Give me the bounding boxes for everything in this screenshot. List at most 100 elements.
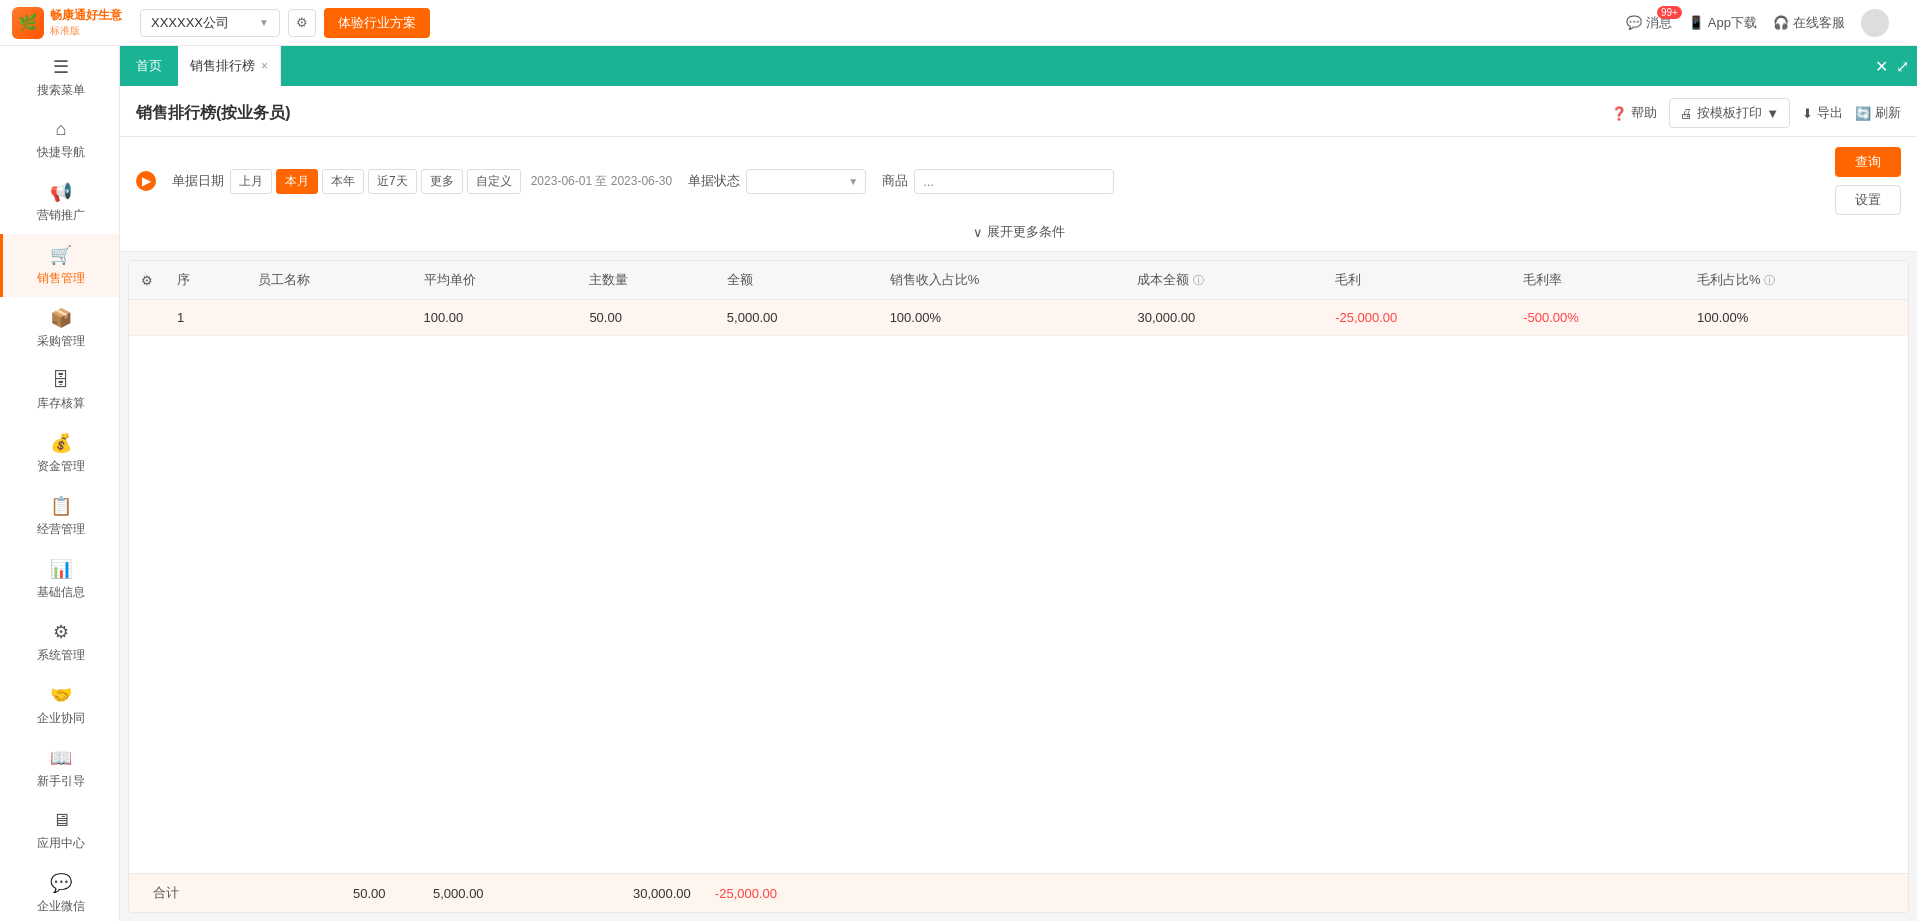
sidebar-item-enterprise[interactable]: 🤝 企业协同 — [0, 674, 119, 737]
page-header: 销售排行榜(按业务员) ❓ 帮助 🖨 按模板打印 ▼ ⬇ 导出 — [120, 86, 1917, 137]
td-gross: -25,000.00 — [1323, 300, 1511, 336]
date-btn-last-month[interactable]: 上月 — [230, 169, 272, 194]
td-index: 1 — [165, 300, 246, 336]
enterprise-icon: 🤝 — [50, 684, 72, 706]
refresh-label: 刷新 — [1875, 104, 1901, 122]
tab-expand-icon[interactable]: ⤢ — [1896, 57, 1909, 76]
sidebar-item-operation[interactable]: 📋 经营管理 — [0, 485, 119, 548]
tab-close-all-icon[interactable]: ✕ — [1875, 57, 1888, 76]
sidebar-item-basic-info[interactable]: 📊 基础信息 — [0, 548, 119, 611]
data-table: ⚙ 序 员工名称 平均单价 主数量 全额 销售收入占比% 成本全额 ⓘ 毛利 毛… — [129, 261, 1908, 336]
sidebar-item-label: 新手引导 — [37, 773, 85, 790]
tab-label: 销售排行榜 — [190, 57, 255, 75]
td-sales-pct: 100.00% — [878, 300, 1126, 336]
system-icon: ⚙ — [53, 621, 69, 643]
logo: 🌿 畅康通好生意 标准版 — [12, 7, 132, 39]
message-button[interactable]: 💬 消息 99+ — [1626, 14, 1672, 32]
table-row: 1 100.00 50.00 5,000.00 100.00% 30,000.0… — [129, 300, 1908, 336]
filter-area: ▶ 单据日期 上月 本月 本年 近7天 更多 自定义 2023-06-01 至 … — [120, 137, 1917, 252]
sidebar-item-inventory[interactable]: 🗄 库存核算 — [0, 360, 119, 422]
app-label: App下载 — [1708, 14, 1757, 32]
date-btn-current-year[interactable]: 本年 — [322, 169, 364, 194]
date-btn-7days[interactable]: 近7天 — [368, 169, 417, 194]
topbar: 🌿 畅康通好生意 标准版 XXXXXX公司 ▼ ⚙ 体验行业方案 💬 消息 99… — [0, 0, 1917, 46]
th-settings: ⚙ — [129, 261, 165, 300]
message-icon: 💬 — [1626, 15, 1642, 30]
export-button[interactable]: ⬇ 导出 — [1802, 104, 1843, 122]
footer-main-qty: 50.00 — [341, 886, 421, 901]
td-employee-name — [246, 300, 412, 336]
purchase-icon: 📦 — [50, 307, 72, 329]
main-layout: ☰ 搜索菜单 ⌂ 快捷导航 📢 营销推广 🛒 销售管理 📦 采购管理 🗄 库存核… — [0, 46, 1917, 921]
tab-close-icon[interactable]: × — [261, 59, 268, 73]
th-cost: 成本全额 ⓘ — [1125, 261, 1323, 300]
sidebar-item-search-menu[interactable]: ☰ 搜索菜单 — [0, 46, 119, 109]
filter-toggle-button[interactable]: ▶ — [136, 171, 156, 191]
gross-pct-info-icon[interactable]: ⓘ — [1764, 274, 1775, 286]
th-gross: 毛利 — [1323, 261, 1511, 300]
sidebar-item-label: 经营管理 — [37, 521, 85, 538]
sidebar-item-label: 资金管理 — [37, 458, 85, 475]
service-label: 在线客服 — [1793, 14, 1845, 32]
chevron-down-icon: ∨ — [973, 225, 983, 240]
sidebar-item-app-center[interactable]: 🖥 应用中心 — [0, 800, 119, 862]
refresh-button[interactable]: 🔄 刷新 — [1855, 104, 1901, 122]
goods-input[interactable] — [914, 169, 1114, 194]
date-btn-more[interactable]: 更多 — [421, 169, 463, 194]
help-label: 帮助 — [1631, 104, 1657, 122]
expand-button[interactable]: ∨ 展开更多条件 — [973, 223, 1065, 241]
th-index: 序 — [165, 261, 246, 300]
sidebar-item-marketing[interactable]: 📢 营销推广 — [0, 171, 119, 234]
date-btn-custom[interactable]: 自定义 — [467, 169, 521, 194]
avatar[interactable] — [1861, 9, 1889, 37]
topbar-right: 💬 消息 99+ 📱 App下载 🎧 在线客服 — [1626, 9, 1905, 37]
query-button[interactable]: 查询 — [1835, 147, 1901, 177]
date-range-text: 2023-06-01 至 2023-06-30 — [531, 173, 672, 190]
sidebar-item-quick-nav[interactable]: ⌂ 快捷导航 — [0, 109, 119, 171]
settings-button[interactable]: 设置 — [1835, 185, 1901, 215]
goods-filter: 商品 — [882, 169, 1114, 194]
sidebar-item-label: 系统管理 — [37, 647, 85, 664]
print-button[interactable]: 🖨 按模板打印 ▼ — [1669, 98, 1790, 128]
sidebar-item-label: 快捷导航 — [37, 144, 85, 161]
try-button[interactable]: 体验行业方案 — [324, 8, 430, 38]
td-gross-rate: -500.00% — [1511, 300, 1685, 336]
service-button[interactable]: 🎧 在线客服 — [1773, 14, 1845, 32]
sidebar-item-wechat[interactable]: 💬 企业微信 — [0, 862, 119, 921]
search-menu-icon: ☰ — [53, 56, 69, 78]
table-header-row: ⚙ 序 员工名称 平均单价 主数量 全额 销售收入占比% 成本全额 ⓘ 毛利 毛… — [129, 261, 1908, 300]
th-employee-name: 员工名称 — [246, 261, 412, 300]
help-button[interactable]: ❓ 帮助 — [1611, 104, 1657, 122]
app-download-button[interactable]: 📱 App下载 — [1688, 14, 1757, 32]
sidebar-item-system[interactable]: ⚙ 系统管理 — [0, 611, 119, 674]
basic-info-icon: 📊 — [50, 558, 72, 580]
tab-sales-ranking[interactable]: 销售排行榜 × — [178, 46, 281, 86]
logo-icon: 🌿 — [12, 7, 44, 39]
status-select-wrap: ▼ — [746, 169, 866, 194]
sidebar-item-label: 基础信息 — [37, 584, 85, 601]
status-select[interactable] — [746, 169, 866, 194]
sidebar-item-sales[interactable]: 🛒 销售管理 — [0, 234, 119, 297]
tab-home[interactable]: 首页 — [120, 46, 178, 86]
page-content: 销售排行榜(按业务员) ❓ 帮助 🖨 按模板打印 ▼ ⬇ 导出 — [120, 86, 1917, 921]
content-area: 首页 销售排行榜 × ✕ ⤢ 销售排行榜(按业务员) ❓ 帮助 — [120, 46, 1917, 921]
tab-bar: 首页 销售排行榜 × ✕ ⤢ — [120, 46, 1917, 86]
sidebar-item-label: 营销推广 — [37, 207, 85, 224]
company-selector[interactable]: XXXXXX公司 ▼ — [140, 9, 280, 37]
page-actions: ❓ 帮助 🖨 按模板打印 ▼ ⬇ 导出 🔄 刷新 — [1611, 98, 1901, 128]
cost-info-icon[interactable]: ⓘ — [1193, 274, 1204, 286]
guide-icon: 📖 — [50, 747, 72, 769]
operation-icon: 📋 — [50, 495, 72, 517]
td-settings — [129, 300, 165, 336]
filter-expand-row: ∨ 展开更多条件 — [136, 223, 1901, 241]
settings-icon[interactable]: ⚙ — [288, 9, 316, 37]
table-area: ⚙ 序 员工名称 平均单价 主数量 全额 销售收入占比% 成本全额 ⓘ 毛利 毛… — [128, 260, 1909, 913]
date-btn-current-month[interactable]: 本月 — [276, 169, 318, 194]
th-main-qty: 主数量 — [577, 261, 714, 300]
print-chevron-icon: ▼ — [1766, 106, 1779, 121]
sidebar-item-purchase[interactable]: 📦 采购管理 — [0, 297, 119, 360]
headset-icon: 🎧 — [1773, 15, 1789, 30]
marketing-icon: 📢 — [50, 181, 72, 203]
sidebar-item-guide[interactable]: 📖 新手引导 — [0, 737, 119, 800]
sidebar-item-finance[interactable]: 💰 资金管理 — [0, 422, 119, 485]
